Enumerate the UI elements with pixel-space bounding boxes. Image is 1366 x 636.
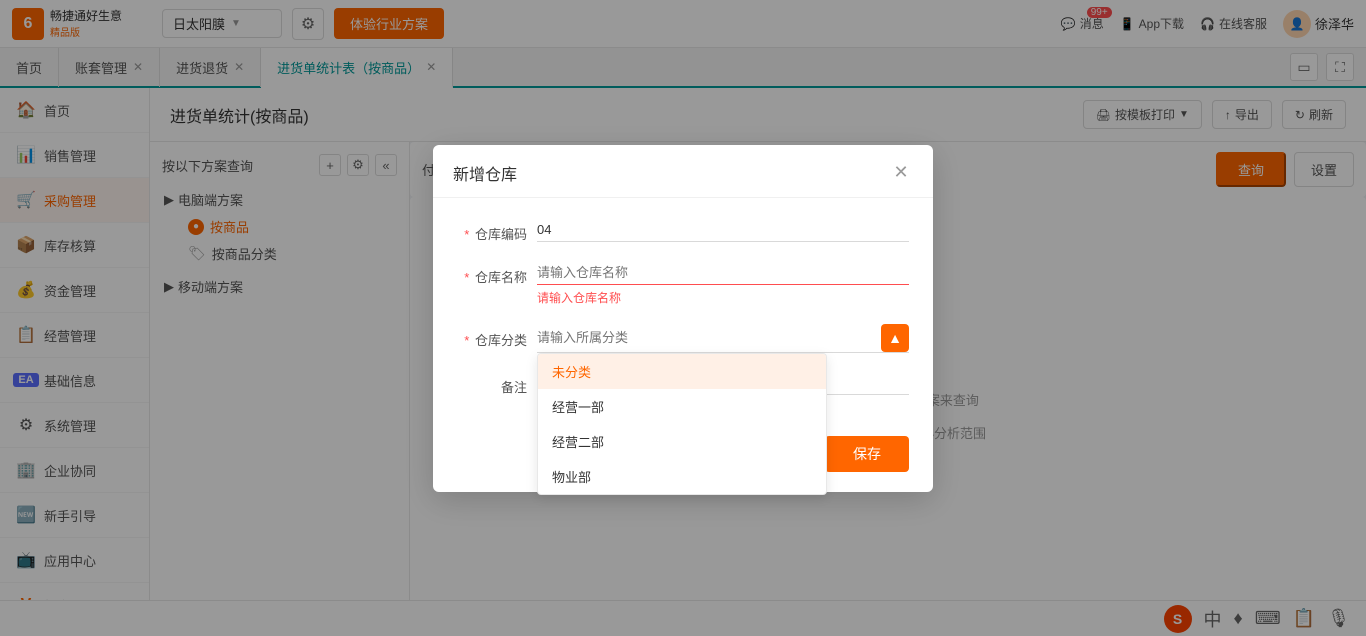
category-label: * 仓库分类 (457, 324, 537, 349)
name-error-message: 请输入仓库名称 (537, 289, 909, 306)
dropdown-item-uncategorized[interactable]: 未分类 (538, 354, 826, 389)
name-form-row: * 仓库名称 请输入仓库名称 (457, 261, 909, 306)
required-star-2: * (464, 270, 469, 285)
note-label: 备注 (457, 371, 537, 396)
category-form-row: * 仓库分类 ▲ 未分类 经营一部 经营二部 物业部 (457, 324, 909, 353)
category-input-wrap: ▲ (537, 324, 909, 353)
name-input[interactable] (537, 261, 909, 285)
category-toggle-button[interactable]: ▲ (881, 324, 909, 352)
modal-header: 新增仓库 ✕ (433, 145, 933, 198)
category-control: ▲ 未分类 经营一部 经营二部 物业部 (537, 324, 909, 353)
dropdown-item-dept1[interactable]: 经营一部 (538, 389, 826, 424)
required-star: * (464, 227, 469, 242)
name-control: 请输入仓库名称 (537, 261, 909, 306)
category-input[interactable] (537, 326, 881, 349)
modal-body: * 仓库编码 * 仓库名称 请输入仓库名称 (433, 198, 933, 424)
dropdown-item-dept2[interactable]: 经营二部 (538, 424, 826, 459)
required-star-3: * (464, 333, 469, 348)
code-label: * 仓库编码 (457, 218, 537, 243)
name-label: * 仓库名称 (457, 261, 537, 286)
code-control (537, 218, 909, 242)
code-input[interactable] (537, 218, 909, 242)
modal-close-button[interactable]: ✕ (889, 161, 913, 185)
modal-overlay[interactable]: 新增仓库 ✕ * 仓库编码 * 仓库名称 (0, 0, 1366, 636)
modal-title: 新增仓库 (453, 161, 517, 185)
code-form-row: * 仓库编码 (457, 218, 909, 243)
dropdown-item-property[interactable]: 物业部 (538, 459, 826, 494)
category-dropdown: 未分类 经营一部 经营二部 物业部 (537, 353, 827, 495)
new-warehouse-modal: 新增仓库 ✕ * 仓库编码 * 仓库名称 (433, 145, 933, 492)
save-button[interactable]: 保存 (825, 436, 909, 472)
